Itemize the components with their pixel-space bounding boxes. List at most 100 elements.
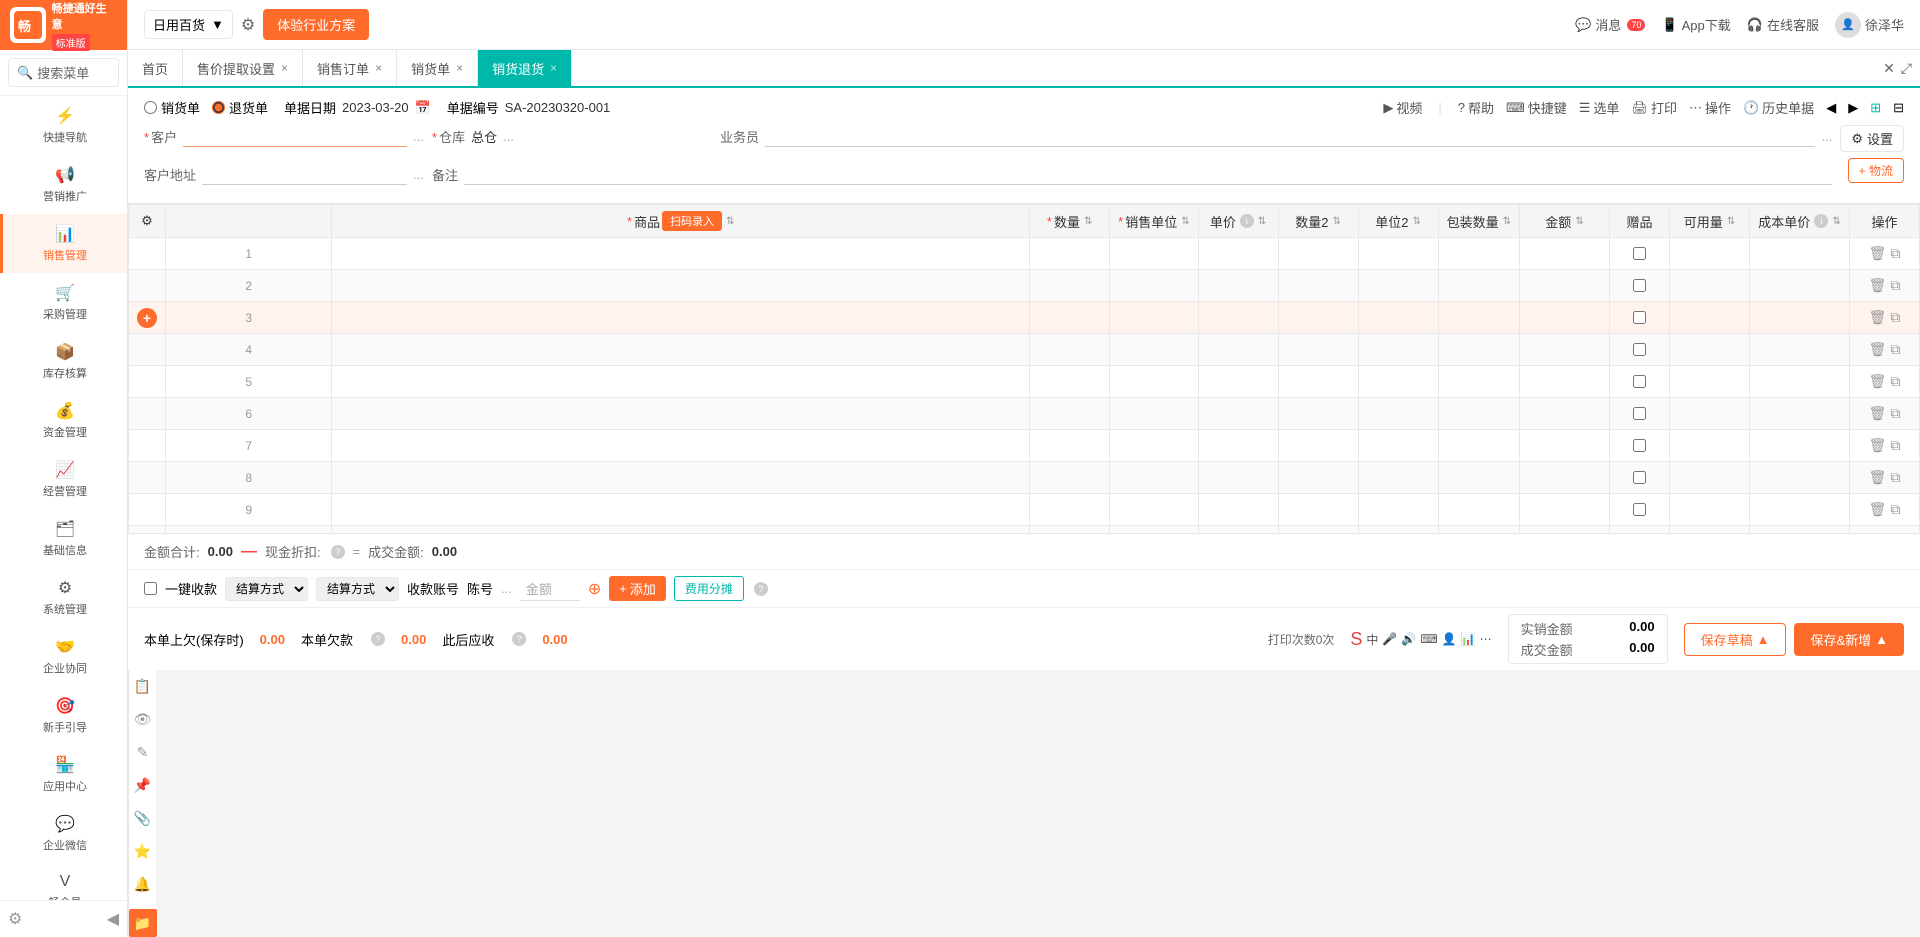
cost-cell[interactable] — [1750, 526, 1850, 534]
sidebar-item-basic[interactable]: 🗂 基础信息 — [0, 509, 127, 568]
sidebar-item-shortcut[interactable]: ⚡ 快捷导航 — [0, 96, 127, 155]
expense-split-button[interactable]: 费用分摊 — [674, 576, 744, 601]
qty2-cell[interactable] — [1278, 334, 1358, 366]
cost-info-icon[interactable]: i — [1814, 214, 1828, 228]
voice-icon[interactable]: 🔊 — [1401, 632, 1416, 646]
staff-picker-icon[interactable]: ... — [1821, 129, 1832, 144]
address-input[interactable] — [202, 163, 407, 185]
unit2-cell[interactable] — [1358, 430, 1438, 462]
cost-cell[interactable] — [1750, 462, 1850, 494]
price-cell[interactable] — [1198, 494, 1278, 526]
one-click-payment-checkbox[interactable] — [144, 582, 157, 595]
save-new-button[interactable]: 保存&新增 ▲ — [1794, 623, 1904, 656]
tab-price-setting[interactable]: 售价提取设置 × — [183, 50, 303, 86]
gift-cell[interactable] — [1610, 430, 1670, 462]
qty-cell[interactable] — [1030, 526, 1110, 534]
qty2-cell[interactable] — [1278, 494, 1358, 526]
sidebar-item-finance[interactable]: 💰 资金管理 — [0, 391, 127, 450]
pack-cell[interactable] — [1438, 302, 1519, 334]
right-icon-5[interactable]: 📎 — [134, 810, 151, 827]
experience-plan-button[interactable]: 体验行业方案 — [263, 9, 369, 40]
scan-btn[interactable]: 扫码录入 — [662, 211, 722, 231]
sort-unit2-icon[interactable]: ⇅ — [1413, 216, 1421, 227]
sidebar-item-inventory[interactable]: 📦 库存核算 — [0, 332, 127, 391]
gift-cell[interactable] — [1610, 238, 1670, 270]
product-cell[interactable] — [332, 430, 1030, 462]
toolbar-ops[interactable]: ⋯ 操作 — [1689, 98, 1731, 117]
sort-price-icon[interactable]: ⇅ — [1258, 216, 1266, 227]
add-row-button[interactable]: + — [137, 308, 157, 328]
cost-cell[interactable] — [1750, 494, 1850, 526]
avail-cell[interactable] — [1670, 526, 1750, 534]
radio-return[interactable]: 退货单 — [212, 98, 268, 117]
gift-checkbox[interactable] — [1633, 343, 1646, 356]
discount-info-icon[interactable]: ? — [331, 545, 345, 559]
product-cell[interactable] — [332, 302, 1030, 334]
unit-cell[interactable] — [1110, 334, 1198, 366]
avail-cell[interactable] — [1670, 302, 1750, 334]
price-cell[interactable] — [1198, 238, 1278, 270]
note-input[interactable] — [464, 163, 1832, 185]
toolbar-help[interactable]: ? 帮助 — [1458, 98, 1494, 117]
expense-info-icon[interactable]: ? — [754, 582, 768, 596]
kb-icon[interactable]: ⌨ — [1420, 632, 1437, 646]
unit2-cell[interactable] — [1358, 302, 1438, 334]
product-cell[interactable] — [332, 238, 1030, 270]
customer-picker-icon[interactable]: ... — [413, 129, 424, 144]
delete-row-button[interactable]: 🗑 — [1869, 373, 1887, 389]
should-receive-info-icon[interactable]: ? — [512, 632, 526, 646]
tab-sales-order[interactable]: 销售订单 × — [303, 50, 397, 86]
gift-cell[interactable] — [1610, 526, 1670, 534]
amount-cell[interactable] — [1520, 334, 1610, 366]
copy-row-button[interactable]: ⧉ — [1890, 245, 1900, 261]
gift-cell[interactable] — [1610, 398, 1670, 430]
tab-home[interactable]: 首页 — [128, 50, 183, 86]
unit2-cell[interactable] — [1358, 238, 1438, 270]
nav-prev-icon[interactable]: ◀ — [1826, 100, 1836, 116]
sort-unit-icon[interactable]: ⇅ — [1181, 216, 1189, 227]
right-icon-4[interactable]: 📌 — [134, 777, 151, 794]
calendar-icon[interactable]: 📅 — [415, 100, 431, 116]
gift-checkbox[interactable] — [1633, 503, 1646, 516]
qty-cell[interactable] — [1030, 398, 1110, 430]
unit-cell[interactable] — [1110, 270, 1198, 302]
avail-cell[interactable] — [1670, 494, 1750, 526]
pack-cell[interactable] — [1438, 462, 1519, 494]
tab-close-price-setting[interactable]: × — [281, 61, 288, 75]
total-owe-info-icon[interactable]: ? — [371, 632, 385, 646]
sidebar-item-purchase[interactable]: 🛒 采购管理 — [0, 273, 127, 332]
copy-row-button[interactable]: ⧉ — [1890, 341, 1900, 357]
gift-cell[interactable] — [1610, 270, 1670, 302]
sidebar-item-marketing[interactable]: 📢 营销推广 — [0, 155, 127, 214]
settings-button[interactable]: ⚙ — [8, 909, 22, 929]
chart-icon[interactable]: 📊 — [1461, 632, 1476, 646]
product-cell[interactable] — [332, 270, 1030, 302]
cost-cell[interactable] — [1750, 430, 1850, 462]
qty2-cell[interactable] — [1278, 462, 1358, 494]
toolbar-select[interactable]: ☰ 选单 — [1579, 98, 1620, 117]
qty-cell[interactable] — [1030, 302, 1110, 334]
grid-view-icon[interactable]: ⊞ — [1870, 100, 1881, 116]
pack-cell[interactable] — [1438, 494, 1519, 526]
pack-cell[interactable] — [1438, 238, 1519, 270]
pack-cell[interactable] — [1438, 398, 1519, 430]
sidebar-item-enterprise[interactable]: 🤝 企业协同 — [0, 627, 127, 686]
pack-cell[interactable] — [1438, 270, 1519, 302]
toolbar-history[interactable]: 🕐 历史单据 — [1743, 98, 1814, 117]
pack-cell[interactable] — [1438, 526, 1519, 534]
delete-row-button[interactable]: 🗑 — [1869, 469, 1887, 485]
sort-avail-icon[interactable]: ⇅ — [1727, 216, 1735, 227]
avail-cell[interactable] — [1670, 398, 1750, 430]
price-info-icon[interactable]: i — [1240, 214, 1254, 228]
qty2-cell[interactable] — [1278, 238, 1358, 270]
unit-cell[interactable] — [1110, 366, 1198, 398]
copy-row-button[interactable]: ⧉ — [1890, 501, 1900, 517]
product-input[interactable] — [340, 311, 1021, 325]
avail-cell[interactable] — [1670, 430, 1750, 462]
list-view-icon[interactable]: ⊟ — [1893, 100, 1904, 116]
sidebar-item-member[interactable]: V 畅会员 — [0, 863, 127, 900]
sidebar-item-wechat[interactable]: 💬 企业微信 — [0, 804, 127, 863]
product-cell[interactable] — [332, 526, 1030, 534]
copy-row-button[interactable]: ⧉ — [1890, 309, 1900, 325]
pack-cell[interactable] — [1438, 366, 1519, 398]
